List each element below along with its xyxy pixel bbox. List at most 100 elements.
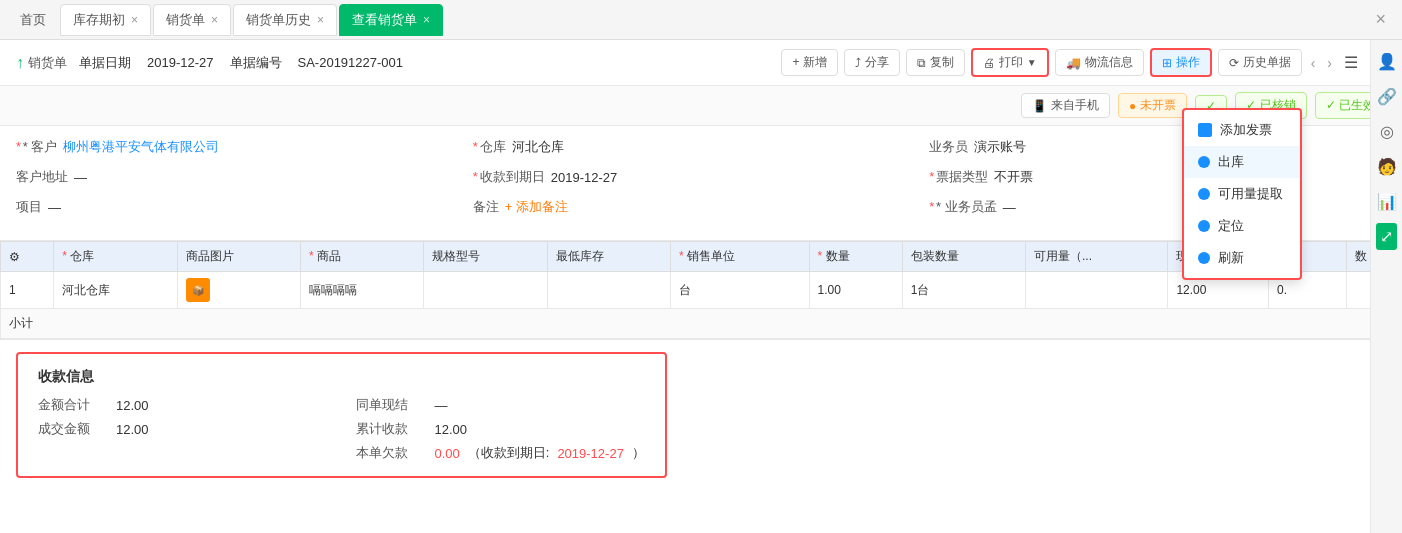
payment-info-box: 收款信息 金额合计 12.00 同单现结 — 成交金额 12.00 累计收款 1…	[16, 352, 667, 478]
owed-row: 本单欠款 0.00 （收款到期日: 2019-12-27 ）	[356, 444, 644, 462]
form-row-1: * * 客户 柳州粤港平安气体有限公司 *仓库 河北仓库 业务员 演示账号	[16, 138, 1386, 156]
tab-close-sales[interactable]: ×	[211, 13, 218, 27]
col-min-stock: 最低库存	[547, 242, 670, 272]
locate-icon	[1198, 220, 1210, 232]
dropdown-locate[interactable]: 定位	[1184, 210, 1300, 242]
tab-inventory[interactable]: 库存期初 ×	[60, 4, 151, 36]
history-icon: ⟳	[1229, 56, 1239, 70]
doc-date-label: 单据日期	[79, 54, 131, 72]
cumulative-row: 累计收款 12.00	[356, 420, 644, 438]
cell-num: 1	[1, 272, 54, 309]
print-button[interactable]: 🖨 打印 ▼	[971, 48, 1049, 77]
tab-close-inventory[interactable]: ×	[131, 13, 138, 27]
product-image: 📦	[186, 278, 210, 302]
dropdown-available-qty[interactable]: 可用量提取	[1184, 178, 1300, 210]
print-arrow: ▼	[1027, 57, 1037, 68]
doc-type-label: 销货单	[28, 54, 67, 72]
tab-sales-history[interactable]: 销货单历史 ×	[233, 4, 337, 36]
total-row: 金额合计 12.00	[38, 396, 326, 414]
history-button[interactable]: ⟳ 历史单据	[1218, 49, 1302, 76]
owed-end: ）	[632, 444, 645, 462]
copy-button[interactable]: ⧉ 复制	[906, 49, 965, 76]
deal-label: 成交金额	[38, 420, 108, 438]
cell-qty: 1.00	[809, 272, 902, 309]
total-label: 金额合计	[38, 396, 108, 414]
col-available: 可用量（...	[1026, 242, 1168, 272]
cell-unit: 台	[671, 272, 810, 309]
print-icon: 🖨	[983, 56, 995, 70]
warehouse-value: 河北仓库	[512, 138, 564, 156]
tab-home[interactable]: 首页	[8, 11, 58, 29]
owed-note: （收款到期日:	[468, 444, 550, 462]
note-label: 备注	[473, 198, 499, 216]
project-label: 项目	[16, 198, 42, 216]
action-dropdown: 添加发票 出库 可用量提取 定位 刷新	[1182, 108, 1302, 280]
toolbar-right: + 新增 ⤴ 分享 ⧉ 复制 🖨 打印 ▼ 🚚 物流信息	[781, 48, 1386, 77]
customer-value[interactable]: 柳州粤港平安气体有限公司	[63, 138, 219, 156]
cumulative-label: 累计收款	[356, 420, 426, 438]
tab-close-sales-history[interactable]: ×	[317, 13, 324, 27]
not-open-button[interactable]: ● 未开票	[1118, 93, 1187, 118]
doc-meta: 单据日期 2019-12-27 单据编号 SA-20191227-001	[79, 54, 403, 72]
payment-date-value: 2019-12-27	[551, 170, 618, 185]
doc-date-value: 2019-12-27	[147, 55, 214, 70]
cell-pack-qty: 1台	[902, 272, 1025, 309]
doc-type-badge: ↑ 销货单	[16, 54, 67, 72]
window-close-button[interactable]: ×	[1367, 9, 1394, 30]
sales-order-icon: ↑	[16, 54, 24, 72]
tab-sales[interactable]: 销货单 ×	[153, 4, 231, 36]
form-row-3: 项目 — 备注 + 添加备注 * * 业务员孟 —	[16, 198, 1386, 216]
tab-view-sales[interactable]: 查看销货单 ×	[339, 4, 443, 36]
available-qty-label: 可用量提取	[1218, 185, 1283, 203]
available-qty-icon	[1198, 188, 1210, 200]
tab-close-view-sales[interactable]: ×	[423, 13, 430, 27]
doc-header: ↑ 销货单 单据日期 2019-12-27 单据编号 SA-20191227-0…	[0, 40, 1402, 86]
cumulative-value: 12.00	[434, 422, 467, 437]
new-button[interactable]: + 新增	[781, 49, 837, 76]
cell-warehouse: 河北仓库	[54, 272, 177, 309]
sidebar-table-icon[interactable]: 📊	[1373, 188, 1401, 215]
sidebar-account-icon[interactable]: 🧑	[1373, 153, 1401, 180]
next-arrow[interactable]: ›	[1324, 55, 1335, 71]
copy-icon: ⧉	[917, 56, 926, 70]
phone-icon: 📱	[1032, 99, 1047, 113]
list-view-icon[interactable]: ☰	[1341, 53, 1361, 72]
form-row-2: 客户地址 — *收款到期日 2019-12-27 *票据类型 不开票	[16, 168, 1386, 186]
col-unit: * 销售单位	[671, 242, 810, 272]
prev-arrow[interactable]: ‹	[1308, 55, 1319, 71]
from-phone-button[interactable]: 📱 来自手机	[1021, 93, 1110, 118]
salesperson-value: 演示账号	[974, 138, 1026, 156]
note-field: 备注 + 添加备注	[473, 198, 930, 216]
salesperson2-field: * * 业务员孟 —	[929, 198, 1386, 216]
cell-product: 嗝嗝嗝嗝	[300, 272, 423, 309]
tab-bar: 首页 库存期初 × 销货单 × 销货单历史 × 查看销货单 × ×	[0, 0, 1402, 40]
dropdown-outbound[interactable]: 出库	[1184, 146, 1300, 178]
col-settings: ⚙	[1, 242, 54, 272]
payment-date-field: *收款到期日 2019-12-27	[473, 168, 930, 186]
add-invoice-icon	[1198, 123, 1212, 137]
sidebar-user-icon[interactable]: 👤	[1373, 48, 1401, 75]
col-qty: * 数量	[809, 242, 902, 272]
payment-title: 收款信息	[38, 368, 645, 386]
col-warehouse: * 仓库	[54, 242, 177, 272]
sidebar-expand-icon[interactable]: ⤢	[1376, 223, 1397, 250]
grid-icon: ⊞	[1162, 56, 1172, 70]
salesperson2-value: —	[1003, 200, 1016, 215]
ticket-type-value: 不开票	[994, 168, 1033, 186]
project-value: —	[48, 200, 61, 215]
logistics-button[interactable]: 🚚 物流信息	[1055, 49, 1144, 76]
share-button[interactable]: ⤴ 分享	[844, 49, 900, 76]
cell-image: 📦	[177, 272, 300, 309]
warehouse-label: *仓库	[473, 138, 506, 156]
ticket-type-label: *票据类型	[929, 168, 988, 186]
salesperson-field: 业务员 演示账号	[929, 138, 1386, 156]
dropdown-refresh[interactable]: 刷新	[1184, 242, 1300, 274]
col-product: * 商品	[300, 242, 423, 272]
sidebar-circle-icon[interactable]: ◎	[1376, 118, 1398, 145]
action-button[interactable]: ⊞ 操作	[1150, 48, 1212, 77]
add-invoice-label: 添加发票	[1220, 121, 1272, 139]
dropdown-add-invoice[interactable]: 添加发票	[1184, 114, 1300, 146]
check-circle2-icon: ✓	[1326, 98, 1336, 112]
add-note-button[interactable]: + 添加备注	[505, 198, 568, 216]
sidebar-link-icon[interactable]: 🔗	[1373, 83, 1401, 110]
